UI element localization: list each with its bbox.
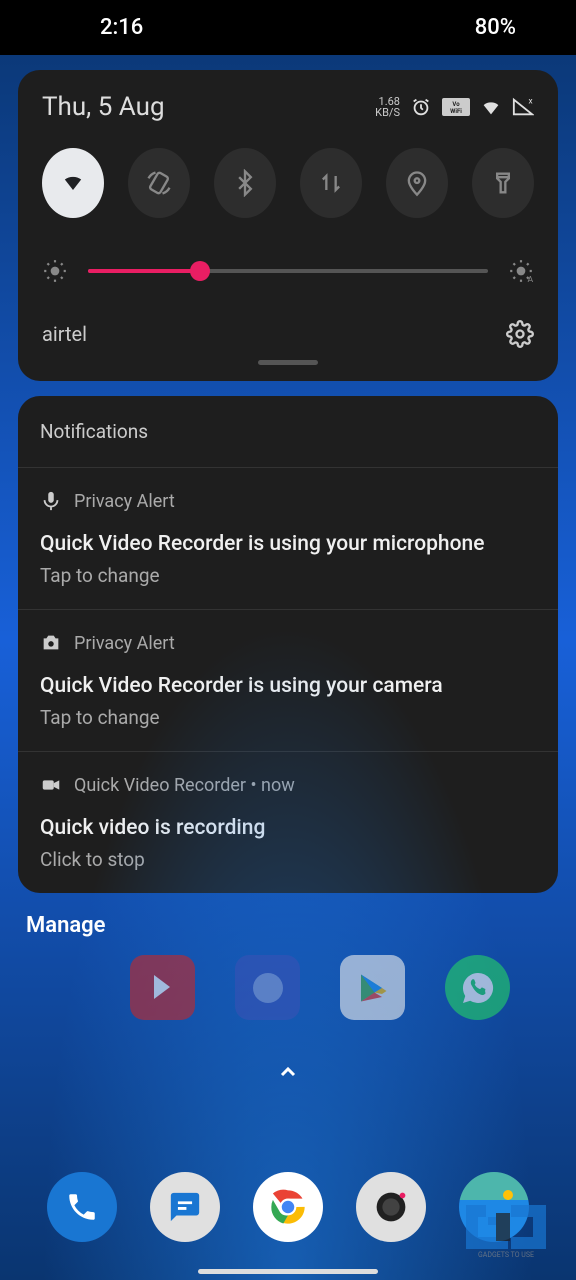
contact-app-icon[interactable] [235, 955, 300, 1020]
app-drawer-arrow-icon[interactable] [276, 1060, 300, 1090]
brightness-low-icon [42, 258, 68, 284]
wifi-signal-icon [480, 96, 502, 118]
location-tile[interactable] [386, 148, 448, 218]
flashlight-tile[interactable] [472, 148, 534, 218]
alarm-icon [410, 96, 432, 118]
svg-text:A: A [528, 275, 534, 284]
vowifi-icon: VoWiFi [442, 96, 470, 118]
status-icon-cluster: 1.68 KB/S VoWiFi x [375, 96, 534, 118]
network-speed-icon: 1.68 KB/S [375, 96, 400, 118]
settings-icon[interactable] [506, 320, 534, 348]
quick-settings-panel[interactable]: Thu, 5 Aug 1.68 KB/S VoWiFi x [18, 70, 558, 381]
camera-app-icon[interactable] [356, 1172, 426, 1242]
mic-icon [40, 490, 62, 512]
battery-percent: 80% [475, 15, 516, 40]
svg-text:WiFi: WiFi [450, 108, 462, 115]
svg-text:x: x [529, 96, 533, 106]
phone-app-icon[interactable] [47, 1172, 117, 1242]
mobile-data-tile[interactable] [300, 148, 362, 218]
svg-text:GADGETS TO USE: GADGETS TO USE [478, 1251, 534, 1259]
quick-settings-tiles [42, 148, 534, 218]
youtube-app-icon[interactable] [130, 955, 195, 1020]
brightness-slider[interactable] [88, 269, 488, 273]
cell-signal-icon: x [512, 96, 534, 118]
panel-drag-handle[interactable] [258, 360, 318, 365]
brightness-thumb[interactable] [190, 261, 210, 281]
clock: 2:16 [100, 15, 143, 40]
auto-rotate-tile[interactable] [128, 148, 190, 218]
chrome-app-icon[interactable] [253, 1172, 323, 1242]
play-store-icon[interactable] [340, 955, 405, 1020]
notification-app-name: Privacy Alert [74, 491, 175, 512]
brightness-slider-row: A [42, 258, 534, 284]
messages-app-icon[interactable] [150, 1172, 220, 1242]
home-apps-row [130, 955, 510, 1020]
bluetooth-tile[interactable] [214, 148, 276, 218]
carrier-label[interactable]: airtel [42, 322, 87, 346]
whatsapp-icon[interactable] [445, 955, 510, 1020]
watermark-logo: GADGETS TO USE [456, 1195, 556, 1260]
notifications-header: Notifications [18, 396, 558, 468]
auto-brightness-icon[interactable]: A [508, 258, 534, 284]
date-label[interactable]: Thu, 5 Aug [42, 92, 165, 122]
wifi-tile[interactable] [42, 148, 104, 218]
svg-text:Vo: Vo [452, 101, 460, 108]
navigation-handle[interactable] [198, 1269, 378, 1274]
status-bar: 2:16 80% [0, 0, 576, 55]
